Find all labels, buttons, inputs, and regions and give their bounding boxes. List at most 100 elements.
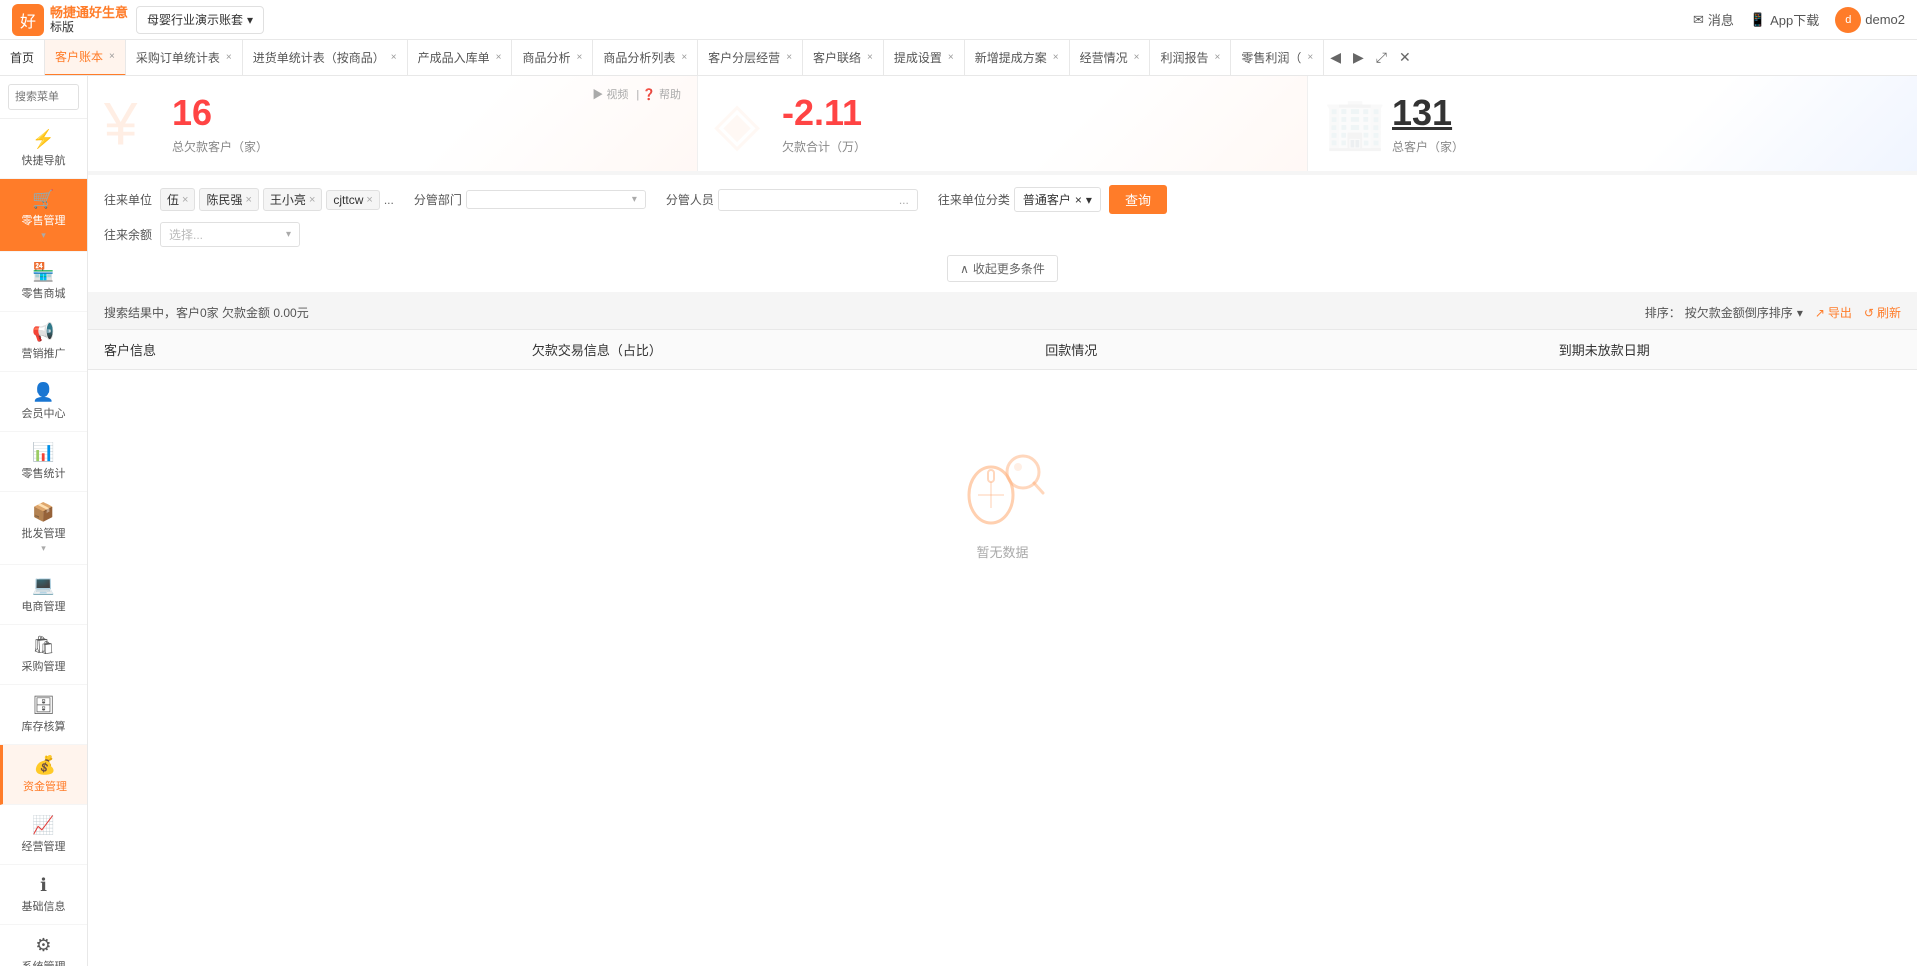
sidebar-item-retail-management[interactable]: 🛒 零售管理 ▾ xyxy=(0,179,87,252)
close-icon[interactable]: × xyxy=(391,52,397,63)
app-download-button[interactable]: 📱 App下载 xyxy=(1750,10,1819,29)
message-icon: ✉ xyxy=(1693,12,1704,28)
close-icon[interactable]: × xyxy=(576,52,582,63)
stat-overdue-amount: ◈ -2.11 欠款合计（万） xyxy=(698,76,1308,171)
column-repay-info: 回款情况 xyxy=(1045,340,1558,359)
tab-customer-segment[interactable]: 客户分层经营 × xyxy=(698,40,803,76)
remove-tag-cjttcw[interactable]: × xyxy=(366,194,372,206)
close-icon[interactable]: × xyxy=(1134,52,1140,63)
query-button[interactable]: 查询 xyxy=(1109,185,1167,214)
stat-total-customers: 🏢 131 总客户（家） xyxy=(1308,76,1917,171)
tab-product-inbound[interactable]: 产成品入库单 × xyxy=(408,40,513,76)
stat-overdue-customers: ¥ 16 总欠款客户（家） ▶ 视频 | ❓ 帮助 xyxy=(88,76,698,171)
sidebar-item-marketing[interactable]: 📢 营销推广 xyxy=(0,312,87,372)
tab-product-analysis-list[interactable]: 商品分析列表 × xyxy=(593,40,698,76)
refresh-button[interactable]: ↺ 刷新 xyxy=(1864,304,1901,321)
tab-inbound-stats[interactable]: 进货单统计表（按商品） × xyxy=(243,40,408,76)
sidebar-item-batch-management[interactable]: 📦 批发管理 ▾ xyxy=(0,492,87,565)
tab-customer-ledger[interactable]: 客户账本 × xyxy=(45,40,126,76)
unit-tag-cjttcw: cjttcw × xyxy=(326,190,379,210)
sort-select[interactable]: 排序： 按欠款金额倒序排序 ▾ xyxy=(1645,304,1803,321)
person-filter-label: 分管人员 xyxy=(666,191,714,208)
sidebar-item-operations[interactable]: 📈 经营管理 xyxy=(0,805,87,865)
org-selector[interactable]: 母婴行业演示账套 ▾ xyxy=(136,6,264,34)
empty-label: 暂无数据 xyxy=(976,542,1028,561)
help-link[interactable]: | ❓ 帮助 xyxy=(636,86,681,102)
video-link[interactable]: ▶ 视频 xyxy=(592,86,628,102)
tab-scroll-left[interactable]: ◀ xyxy=(1324,49,1347,66)
remove-tag-chen[interactable]: × xyxy=(245,194,251,206)
close-icon[interactable]: × xyxy=(681,52,687,63)
close-icon[interactable]: × xyxy=(496,52,502,63)
purchase-icon: 🛍 xyxy=(32,635,55,656)
export-button[interactable]: ↗ 导出 xyxy=(1815,304,1852,321)
close-icon[interactable]: × xyxy=(226,52,232,63)
sidebar-item-basic-info[interactable]: ℹ 基础信息 xyxy=(0,865,87,925)
inventory-icon: 🗄 xyxy=(32,695,55,716)
close-icon[interactable]: × xyxy=(948,52,954,63)
remove-tag-wang[interactable]: × xyxy=(309,194,315,206)
tab-product-analysis[interactable]: 商品分析 × xyxy=(512,40,593,76)
dept-filter-select[interactable]: ▾ xyxy=(466,190,646,209)
message-button[interactable]: ✉ 消息 xyxy=(1693,10,1734,29)
tab-promotion-settings[interactable]: 提成设置 × xyxy=(884,40,965,76)
avatar: d xyxy=(1835,7,1861,33)
tab-retail-profit[interactable]: 零售利润（ × xyxy=(1231,40,1324,76)
member-icon: 👤 xyxy=(32,382,54,403)
sidebar-item-system[interactable]: ⚙ 系统管理 xyxy=(0,925,87,966)
tab-profit-report[interactable]: 利润报告 × xyxy=(1150,40,1231,76)
close-icon[interactable]: × xyxy=(867,52,873,63)
tab-new-promotion[interactable]: 新增提成方案 × xyxy=(965,40,1070,76)
close-icon[interactable]: × xyxy=(109,51,115,62)
tab-close-all[interactable]: ✕ xyxy=(1393,49,1417,66)
column-overdue-date: 到期未放款日期 xyxy=(1559,340,1901,359)
remove-tag-wu[interactable]: × xyxy=(182,194,188,206)
retail-management-icon: 🛒 xyxy=(32,189,54,210)
sidebar-item-retail-stats[interactable]: 📊 零售统计 xyxy=(0,432,87,492)
sidebar-search-area xyxy=(0,76,87,119)
person-filter-select[interactable]: ... xyxy=(718,189,918,211)
sidebar-item-ecommerce[interactable]: 💻 电商管理 xyxy=(0,565,87,625)
unit-filter-more[interactable]: ... xyxy=(384,193,394,207)
balance-filter-select[interactable]: 选择... ▾ xyxy=(160,222,300,247)
main-layout: ⚡ 快捷导航 🛒 零售管理 ▾ 🏪 零售商城 📢 营销推广 👤 会员中心 📊 零… xyxy=(0,76,1917,966)
filter-bar: 往来单位 伍 × 陈民强 × 王小亮 × cjttcw xyxy=(88,175,1917,292)
sidebar-item-retail-mall[interactable]: 🏪 零售商城 xyxy=(0,252,87,312)
column-debt-info: 欠款交易信息（占比） xyxy=(532,340,1045,359)
logo-text: 畅捷通好生意 标版 xyxy=(50,5,128,35)
ecommerce-icon: 💻 xyxy=(32,575,54,596)
remove-classify-tag[interactable]: × xyxy=(1075,193,1082,207)
tab-customer-contact[interactable]: 客户联络 × xyxy=(803,40,884,76)
sidebar-item-inventory[interactable]: 🗄 库存核算 xyxy=(0,685,87,745)
tab-business-status[interactable]: 经营情况 × xyxy=(1070,40,1151,76)
filter-row-2: 往来余额 选择... ▾ xyxy=(104,222,1901,247)
unit-tag-wu: 伍 × xyxy=(160,188,195,211)
sidebar-item-purchase[interactable]: 🛍 采购管理 xyxy=(0,625,87,685)
filter-row-1: 往来单位 伍 × 陈民强 × 王小亮 × cjttcw xyxy=(104,185,1901,214)
sidebar: ⚡ 快捷导航 🛒 零售管理 ▾ 🏪 零售商城 📢 营销推广 👤 会员中心 📊 零… xyxy=(0,76,88,966)
export-icon: ↗ xyxy=(1815,306,1825,320)
close-icon[interactable]: × xyxy=(1307,52,1313,63)
balance-filter-label: 往来余额 xyxy=(104,226,152,243)
close-icon[interactable]: × xyxy=(1053,52,1059,63)
tab-scroll-right[interactable]: ▶ xyxy=(1347,49,1370,66)
tab-expand[interactable]: ⤢ xyxy=(1370,49,1393,66)
collapse-button[interactable]: ∧ 收起更多条件 xyxy=(947,255,1058,282)
tab-purchase-order-stats[interactable]: 采购订单统计表 × xyxy=(126,40,243,76)
chevron-down-icon: ▾ xyxy=(1086,193,1092,207)
retail-stats-icon: 📊 xyxy=(32,442,54,463)
chevron-down-icon: ▾ xyxy=(632,194,637,205)
close-icon[interactable]: × xyxy=(1214,52,1220,63)
retail-mall-icon: 🏪 xyxy=(32,262,54,283)
close-icon[interactable]: × xyxy=(786,52,792,63)
classify-filter-select[interactable]: 普通客户 × ▾ xyxy=(1014,187,1101,212)
search-input[interactable] xyxy=(8,84,79,110)
sidebar-item-finance[interactable]: 💰 资金管理 xyxy=(0,745,87,805)
user-menu[interactable]: d demo2 xyxy=(1835,7,1905,33)
sidebar-item-member-center[interactable]: 👤 会员中心 xyxy=(0,372,87,432)
empty-image xyxy=(953,450,1053,530)
person-filter-more[interactable]: ... xyxy=(899,193,909,207)
tab-home[interactable]: 首页 xyxy=(0,40,45,76)
batch-icon: 📦 xyxy=(32,502,54,523)
sidebar-item-quick-nav[interactable]: ⚡ 快捷导航 xyxy=(0,119,87,179)
